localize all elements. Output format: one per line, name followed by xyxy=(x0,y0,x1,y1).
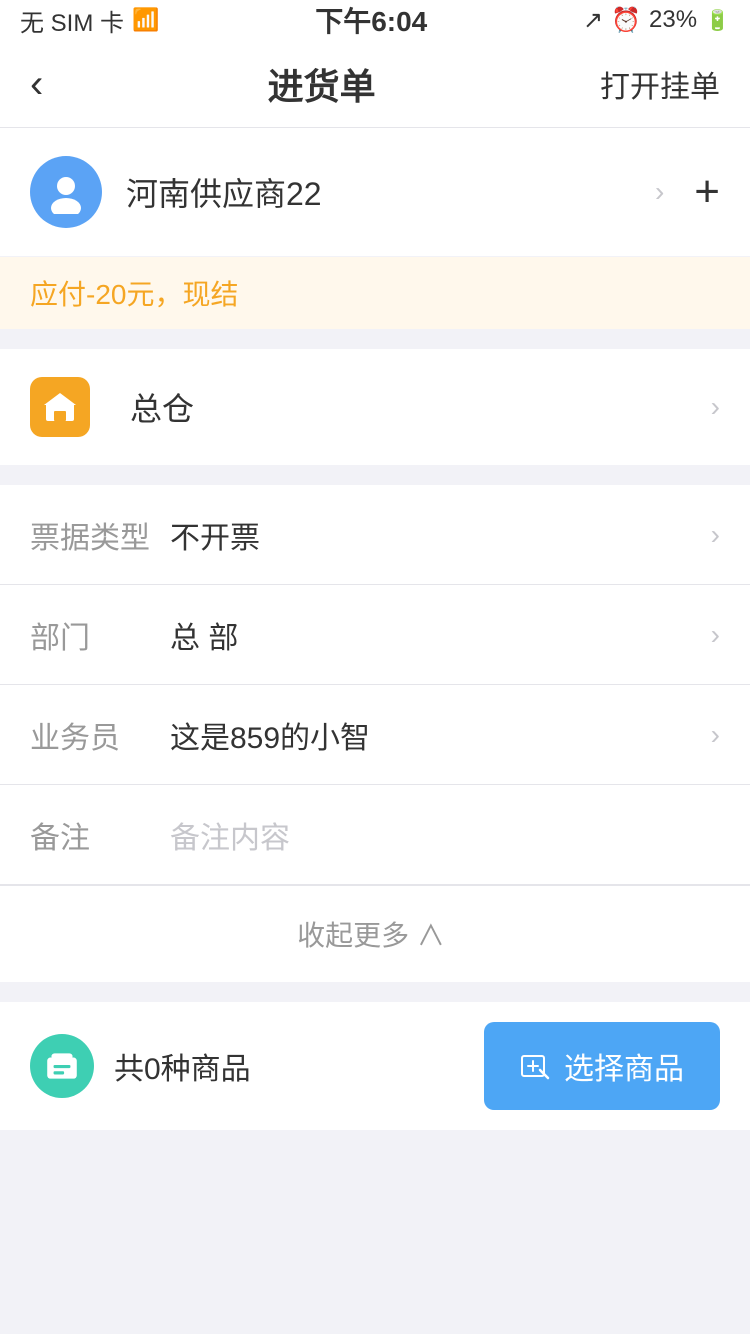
notice-bar: 应付-20元，现结 xyxy=(0,256,750,329)
department-row[interactable]: 部门 总 部 › xyxy=(0,585,750,685)
warehouse-chevron-icon: › xyxy=(711,391,720,423)
gps-icon: ↗ xyxy=(583,6,603,35)
back-button[interactable]: ‹ xyxy=(30,64,43,104)
invoice-type-row[interactable]: 票据类型 不开票 › xyxy=(0,485,750,585)
alarm-icon: ⏰ xyxy=(611,6,641,35)
status-left: 无 SIM 卡 📶 xyxy=(20,3,159,38)
page-title: 进货单 xyxy=(268,58,376,110)
department-label: 部门 xyxy=(30,613,150,657)
main-content: 河南供应商22 › + 应付-20元，现结 总仓 › 票据类型 不开票 › xyxy=(0,128,750,1130)
salesperson-value: 这是859的小智 xyxy=(170,713,701,757)
wifi-icon: 📶 xyxy=(132,7,159,33)
invoice-type-label: 票据类型 xyxy=(30,513,150,557)
select-product-button[interactable]: 选择商品 xyxy=(484,1022,720,1110)
salesperson-row[interactable]: 业务员 这是859的小智 › xyxy=(0,685,750,785)
remark-label: 备注 xyxy=(30,813,150,857)
supplier-chevron-icon: › xyxy=(655,176,664,208)
department-value: 总 部 xyxy=(170,613,701,657)
open-pending-button[interactable]: 打开挂单 xyxy=(600,62,720,106)
salesperson-chevron-icon: › xyxy=(711,719,720,751)
fields-section: 票据类型 不开票 › 部门 总 部 › 业务员 这是859的小智 › 备注 备注… xyxy=(0,485,750,982)
status-time: 下午6:04 xyxy=(315,0,427,40)
carrier-text: 无 SIM 卡 xyxy=(20,3,124,38)
product-count-text: 共0种商品 xyxy=(114,1044,484,1088)
supplier-section: 河南供应商22 › + 应付-20元，现结 xyxy=(0,128,750,329)
battery-text: 23% xyxy=(649,6,697,34)
remark-row[interactable]: 备注 备注内容 xyxy=(0,785,750,885)
nav-bar: ‹ 进货单 打开挂单 xyxy=(0,40,750,128)
add-supplier-button[interactable]: + xyxy=(694,170,720,214)
salesperson-label: 业务员 xyxy=(30,713,150,757)
supplier-name: 河南供应商22 xyxy=(126,169,655,215)
remark-value[interactable]: 备注内容 xyxy=(170,813,720,857)
status-bar: 无 SIM 卡 📶 下午6:04 ↗ ⏰ 23% 🔋 xyxy=(0,0,750,40)
status-right: ↗ ⏰ 23% 🔋 xyxy=(583,6,730,35)
warehouse-name: 总仓 xyxy=(130,384,701,430)
collapse-button[interactable]: 收起更多 ∧ xyxy=(0,885,750,982)
warehouse-row[interactable]: 总仓 › xyxy=(0,349,750,465)
warehouse-icon xyxy=(30,377,90,437)
select-product-icon xyxy=(520,1050,552,1082)
select-product-label: 选择商品 xyxy=(564,1044,684,1088)
invoice-type-value: 不开票 xyxy=(170,513,701,557)
product-icon xyxy=(30,1034,94,1098)
collapse-label: 收起更多 ∧ xyxy=(297,914,445,954)
battery-icon: 🔋 xyxy=(705,8,730,33)
department-chevron-icon: › xyxy=(711,619,720,651)
bottom-bar: 共0种商品 选择商品 xyxy=(0,1002,750,1130)
invoice-type-chevron-icon: › xyxy=(711,519,720,551)
supplier-avatar xyxy=(30,156,102,228)
warehouse-section: 总仓 › xyxy=(0,349,750,465)
supplier-row[interactable]: 河南供应商22 › + xyxy=(0,128,750,256)
